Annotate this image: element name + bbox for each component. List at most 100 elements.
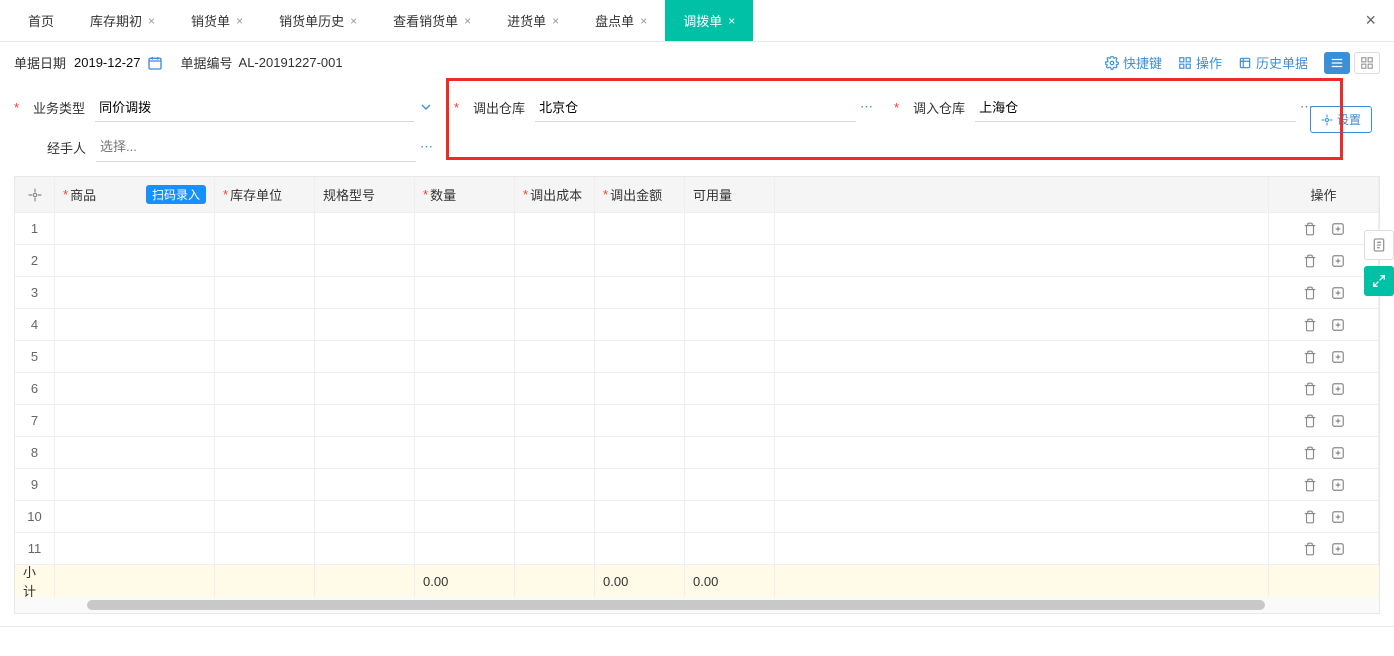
tab-view-sales[interactable]: 查看销货单× bbox=[375, 0, 489, 41]
cell-spec[interactable] bbox=[315, 309, 415, 341]
operate-link[interactable]: 操作 bbox=[1178, 53, 1222, 72]
cell-out-amount[interactable] bbox=[595, 437, 685, 469]
cell-out-cost[interactable] bbox=[515, 373, 595, 405]
cell-available[interactable] bbox=[685, 469, 775, 501]
calendar-icon[interactable] bbox=[147, 55, 163, 71]
cell-out-amount[interactable] bbox=[595, 213, 685, 245]
tab-transfer[interactable]: 调拨单× bbox=[665, 0, 753, 41]
cell-out-cost[interactable] bbox=[515, 533, 595, 565]
settings-button[interactable]: 设置 bbox=[1310, 106, 1372, 133]
cell-unit[interactable] bbox=[215, 341, 315, 373]
cell-unit[interactable] bbox=[215, 437, 315, 469]
cell-out-amount[interactable] bbox=[595, 405, 685, 437]
cell-product[interactable] bbox=[55, 277, 215, 309]
delete-row-icon[interactable] bbox=[1303, 254, 1317, 268]
horizontal-scrollbar[interactable] bbox=[15, 597, 1379, 613]
cell-unit[interactable] bbox=[215, 245, 315, 277]
cell-out-cost[interactable] bbox=[515, 309, 595, 341]
cell-available[interactable] bbox=[685, 277, 775, 309]
cell-qty[interactable] bbox=[415, 341, 515, 373]
cell-out-cost[interactable] bbox=[515, 437, 595, 469]
cell-out-amount[interactable] bbox=[595, 469, 685, 501]
view-list-button[interactable] bbox=[1324, 52, 1350, 74]
cell-available[interactable] bbox=[685, 245, 775, 277]
cell-available[interactable] bbox=[685, 437, 775, 469]
cell-out-amount[interactable] bbox=[595, 373, 685, 405]
cell-unit[interactable] bbox=[215, 213, 315, 245]
cell-product[interactable] bbox=[55, 469, 215, 501]
cell-unit[interactable] bbox=[215, 469, 315, 501]
cell-available[interactable] bbox=[685, 341, 775, 373]
cell-unit[interactable] bbox=[215, 277, 315, 309]
delete-row-icon[interactable] bbox=[1303, 478, 1317, 492]
cell-out-amount[interactable] bbox=[595, 533, 685, 565]
date-value[interactable]: 2019-12-27 bbox=[74, 55, 141, 70]
cell-out-amount[interactable] bbox=[595, 309, 685, 341]
tab-home[interactable]: 首页 bbox=[10, 0, 72, 41]
close-icon[interactable]: × bbox=[552, 14, 559, 28]
delete-row-icon[interactable] bbox=[1303, 318, 1317, 332]
cell-out-amount[interactable] bbox=[595, 277, 685, 309]
biz-type-input[interactable] bbox=[95, 92, 414, 122]
cell-spec[interactable] bbox=[315, 437, 415, 469]
more-icon[interactable]: ⋯ bbox=[860, 99, 874, 115]
cell-spec[interactable] bbox=[315, 341, 415, 373]
cell-unit[interactable] bbox=[215, 405, 315, 437]
add-row-icon[interactable] bbox=[1331, 350, 1345, 364]
cell-product[interactable] bbox=[55, 501, 215, 533]
cell-spec[interactable] bbox=[315, 245, 415, 277]
add-row-icon[interactable] bbox=[1331, 318, 1345, 332]
view-grid-button[interactable] bbox=[1354, 52, 1380, 74]
cell-available[interactable] bbox=[685, 373, 775, 405]
cell-out-cost[interactable] bbox=[515, 341, 595, 373]
tab-sales-history[interactable]: 销货单历史× bbox=[261, 0, 375, 41]
cell-spec[interactable] bbox=[315, 469, 415, 501]
add-row-icon[interactable] bbox=[1331, 446, 1345, 460]
close-icon[interactable]: × bbox=[464, 14, 471, 28]
handler-input[interactable] bbox=[96, 132, 416, 162]
add-row-icon[interactable] bbox=[1331, 254, 1345, 268]
close-icon[interactable]: × bbox=[350, 14, 357, 28]
cell-out-amount[interactable] bbox=[595, 341, 685, 373]
shortcut-link[interactable]: 快捷键 bbox=[1105, 53, 1162, 72]
cell-qty[interactable] bbox=[415, 437, 515, 469]
cell-unit[interactable] bbox=[215, 533, 315, 565]
cell-qty[interactable] bbox=[415, 533, 515, 565]
cell-out-cost[interactable] bbox=[515, 277, 595, 309]
cell-unit[interactable] bbox=[215, 309, 315, 341]
add-row-icon[interactable] bbox=[1331, 542, 1345, 556]
cell-out-amount[interactable] bbox=[595, 245, 685, 277]
close-icon[interactable]: × bbox=[728, 14, 735, 28]
add-row-icon[interactable] bbox=[1331, 286, 1345, 300]
chevron-down-icon[interactable] bbox=[418, 99, 434, 115]
cell-product[interactable] bbox=[55, 245, 215, 277]
cell-available[interactable] bbox=[685, 501, 775, 533]
cell-qty[interactable] bbox=[415, 469, 515, 501]
tab-inventory-init[interactable]: 库存期初× bbox=[72, 0, 173, 41]
out-warehouse-input[interactable] bbox=[535, 92, 856, 122]
note-button[interactable] bbox=[1364, 230, 1394, 260]
cell-out-cost[interactable] bbox=[515, 501, 595, 533]
cell-product[interactable] bbox=[55, 341, 215, 373]
cell-qty[interactable] bbox=[415, 373, 515, 405]
delete-row-icon[interactable] bbox=[1303, 350, 1317, 364]
cell-spec[interactable] bbox=[315, 373, 415, 405]
cell-spec[interactable] bbox=[315, 501, 415, 533]
cell-product[interactable] bbox=[55, 213, 215, 245]
cell-product[interactable] bbox=[55, 373, 215, 405]
cell-available[interactable] bbox=[685, 213, 775, 245]
delete-row-icon[interactable] bbox=[1303, 222, 1317, 236]
more-icon[interactable]: ⋯ bbox=[420, 139, 434, 155]
expand-button[interactable] bbox=[1364, 266, 1394, 296]
cell-out-cost[interactable] bbox=[515, 245, 595, 277]
cell-out-cost[interactable] bbox=[515, 469, 595, 501]
column-settings-button[interactable] bbox=[15, 177, 55, 213]
cell-out-cost[interactable] bbox=[515, 405, 595, 437]
cell-out-amount[interactable] bbox=[595, 501, 685, 533]
cell-spec[interactable] bbox=[315, 533, 415, 565]
cell-available[interactable] bbox=[685, 533, 775, 565]
delete-row-icon[interactable] bbox=[1303, 542, 1317, 556]
tab-stocktake[interactable]: 盘点单× bbox=[577, 0, 665, 41]
cell-spec[interactable] bbox=[315, 405, 415, 437]
cell-available[interactable] bbox=[685, 309, 775, 341]
